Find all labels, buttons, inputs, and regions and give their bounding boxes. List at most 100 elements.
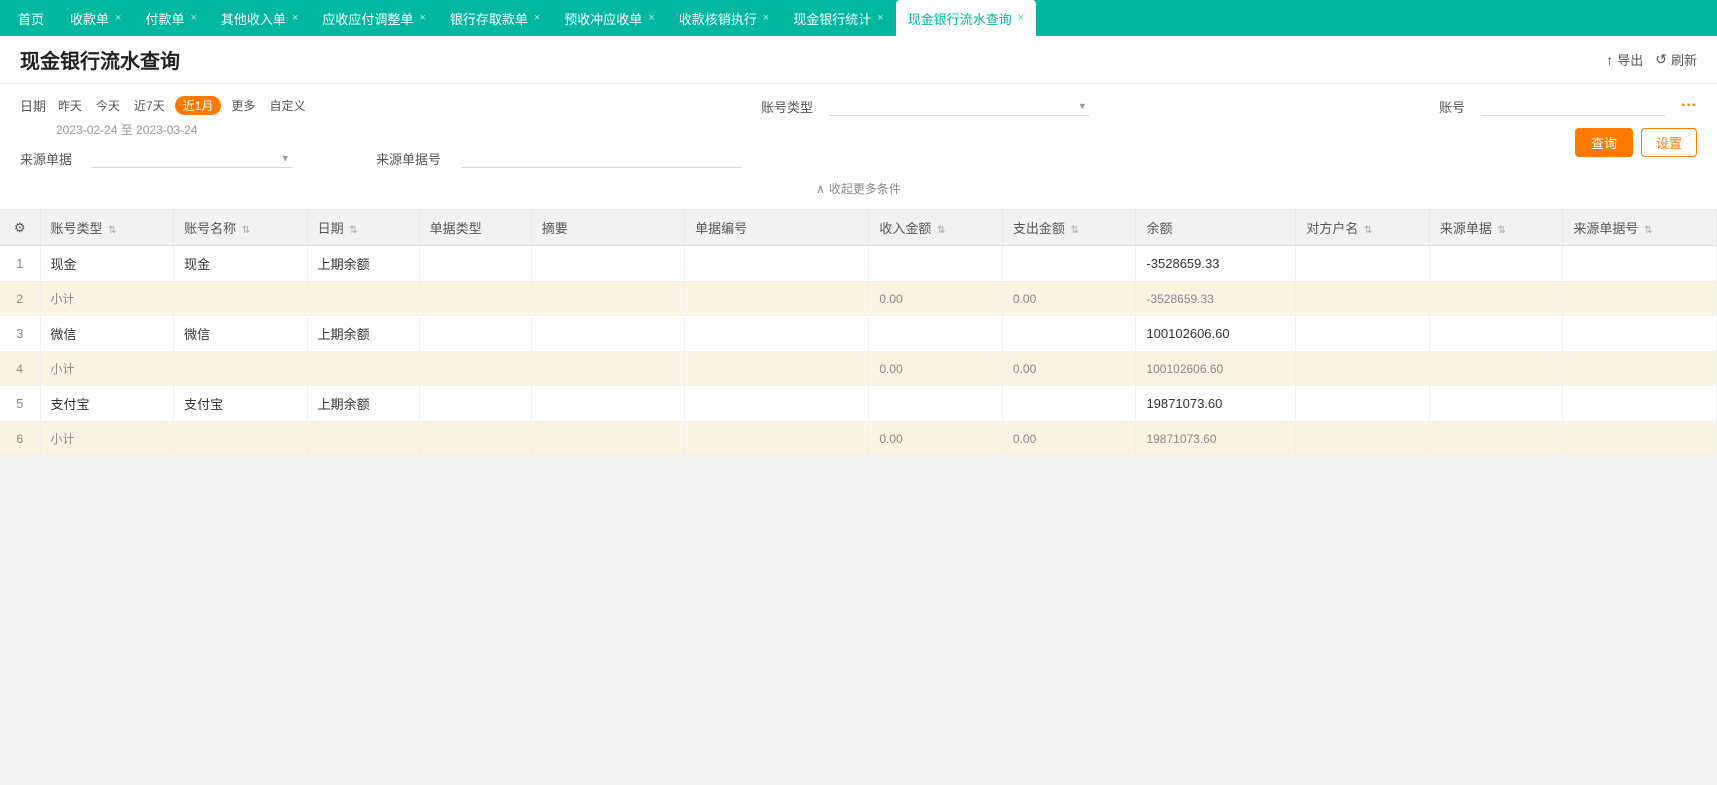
row-source-voucher xyxy=(1429,386,1563,422)
row-date: 上期余额 xyxy=(307,246,419,282)
export-button[interactable]: ↑ 导出 xyxy=(1606,50,1643,69)
sort-icon: ⇅ xyxy=(108,225,116,236)
nav-tab-0[interactable]: 收款单 × xyxy=(58,0,133,36)
col-account-type[interactable]: 账号类型 ⇅ xyxy=(40,210,174,246)
sort-icon: ⇅ xyxy=(242,225,250,236)
row-source-voucher-no xyxy=(1563,246,1717,282)
date-shortcuts: 昨天 今天 近7天 近1月 更多 自定义 xyxy=(54,96,309,115)
close-icon[interactable]: × xyxy=(648,12,654,24)
col-gear[interactable]: ⚙ xyxy=(0,210,40,246)
gear-icon: ⚙ xyxy=(14,220,26,235)
close-icon[interactable]: × xyxy=(763,12,769,24)
row-source-voucher xyxy=(1429,422,1563,456)
page-header: 现金银行流水查询 ↑ 导出 ↺ 刷新 xyxy=(0,36,1717,84)
export-icon: ↑ xyxy=(1606,52,1613,68)
close-icon[interactable]: × xyxy=(877,12,883,24)
col-voucher-no[interactable]: 单据编号 xyxy=(685,210,869,246)
row-source-voucher xyxy=(1429,282,1563,316)
date-btn-7days[interactable]: 近7天 xyxy=(130,96,169,115)
close-icon[interactable]: × xyxy=(419,12,425,24)
row-index: 3 xyxy=(0,316,40,352)
nav-tab-2[interactable]: 其他收入单 × xyxy=(209,0,310,36)
table-row: 6小计0.000.0019871073.60 xyxy=(0,422,1717,456)
row-account-type: 现金 xyxy=(40,246,174,282)
row-date: 上期余额 xyxy=(307,316,419,352)
date-btn-today[interactable]: 今天 xyxy=(92,96,124,115)
date-label: 日期 xyxy=(20,96,46,115)
top-nav: 首页 收款单 × 付款单 × 其他收入单 × 应收应付调整单 × 银行存取款单 … xyxy=(0,0,1717,36)
source-voucher-no-input[interactable] xyxy=(461,148,741,168)
account-type-wrapper xyxy=(829,96,1089,116)
row-voucher-no xyxy=(685,246,869,282)
row-counterpart xyxy=(1296,282,1430,316)
nav-home[interactable]: 首页 xyxy=(4,0,58,36)
close-icon[interactable]: × xyxy=(1018,12,1024,24)
row-counterpart xyxy=(1296,246,1430,282)
nav-tab-4[interactable]: 银行存取款单 × xyxy=(438,0,552,36)
nav-tab-5[interactable]: 预收冲应收单 × xyxy=(552,0,666,36)
row-summary xyxy=(531,422,684,456)
col-income[interactable]: 收入金额 ⇅ xyxy=(869,210,1003,246)
nav-tab-3[interactable]: 应收应付调整单 × xyxy=(310,0,437,36)
close-icon[interactable]: × xyxy=(190,12,196,24)
date-btn-yesterday[interactable]: 昨天 xyxy=(54,96,86,115)
row-date xyxy=(307,352,419,386)
account-input[interactable] xyxy=(1481,96,1665,116)
collapse-bar[interactable]: ∧ 收起更多条件 xyxy=(20,180,1697,197)
sort-icon: ⇅ xyxy=(1364,225,1372,236)
source-voucher-wrapper xyxy=(92,148,292,168)
col-expense[interactable]: 支出金额 ⇅ xyxy=(1002,210,1136,246)
col-voucher-type[interactable]: 单据类型 xyxy=(419,210,531,246)
nav-tab-6[interactable]: 收款核销执行 × xyxy=(667,0,781,36)
row-expense xyxy=(1002,386,1136,422)
row-voucher-type xyxy=(419,352,531,386)
nav-tab-7[interactable]: 现金银行统计 × xyxy=(781,0,895,36)
row-account-type: 小计 xyxy=(40,352,174,386)
account-type-select[interactable] xyxy=(829,96,1089,116)
col-counterpart[interactable]: 对方户名 ⇅ xyxy=(1296,210,1430,246)
date-btn-1month[interactable]: 近1月 xyxy=(175,96,222,115)
refresh-button[interactable]: ↺ 刷新 xyxy=(1655,50,1697,69)
row-source-voucher xyxy=(1429,352,1563,386)
col-source-voucher-no[interactable]: 来源单据号 ⇅ xyxy=(1563,210,1717,246)
account-type-label: 账号类型 xyxy=(761,97,813,116)
row-voucher-type xyxy=(419,316,531,352)
close-icon[interactable]: × xyxy=(534,12,540,24)
table-row: 5支付宝支付宝上期余额19871073.60 xyxy=(0,386,1717,422)
col-summary[interactable]: 摘要 xyxy=(531,210,684,246)
nav-tab-1[interactable]: 付款单 × xyxy=(133,0,208,36)
table-row: 4小计0.000.00100102606.60 xyxy=(0,352,1717,386)
row-counterpart xyxy=(1296,386,1430,422)
col-account-name[interactable]: 账号名称 ⇅ xyxy=(174,210,308,246)
close-icon[interactable]: × xyxy=(115,12,121,24)
more-dots[interactable]: ··· xyxy=(1681,97,1697,115)
row-index: 1 xyxy=(0,246,40,282)
source-voucher-select[interactable] xyxy=(92,148,292,168)
settings-button[interactable]: 设置 xyxy=(1641,128,1697,157)
row-voucher-no xyxy=(685,316,869,352)
filter-area: 日期 昨天 今天 近7天 近1月 更多 自定义 2023-02-24 至 202… xyxy=(0,84,1717,210)
close-icon[interactable]: × xyxy=(292,12,298,24)
row-balance: 100102606.60 xyxy=(1136,352,1296,386)
row-expense xyxy=(1002,316,1136,352)
row-source-voucher xyxy=(1429,246,1563,282)
row-source-voucher-no xyxy=(1563,282,1717,316)
sort-icon: ⇅ xyxy=(937,225,945,236)
date-btn-custom[interactable]: 自定义 xyxy=(265,96,309,115)
row-account-type: 支付宝 xyxy=(40,386,174,422)
col-date[interactable]: 日期 ⇅ xyxy=(307,210,419,246)
source-voucher-no-label: 来源单据号 xyxy=(376,149,441,168)
query-button[interactable]: 查询 xyxy=(1575,128,1633,157)
row-account-name: 支付宝 xyxy=(174,386,308,422)
col-balance[interactable]: 余额 xyxy=(1136,210,1296,246)
row-account-name xyxy=(174,282,308,316)
row-summary xyxy=(531,352,684,386)
col-source-voucher[interactable]: 来源单据 ⇅ xyxy=(1429,210,1563,246)
date-btn-more[interactable]: 更多 xyxy=(227,96,259,115)
row-income xyxy=(869,316,1003,352)
row-index: 6 xyxy=(0,422,40,456)
row-account-name: 现金 xyxy=(174,246,308,282)
sort-icon: ⇅ xyxy=(1071,225,1079,236)
row-source-voucher-no xyxy=(1563,352,1717,386)
nav-tab-8[interactable]: 现金银行流水查询 × xyxy=(896,0,1036,36)
